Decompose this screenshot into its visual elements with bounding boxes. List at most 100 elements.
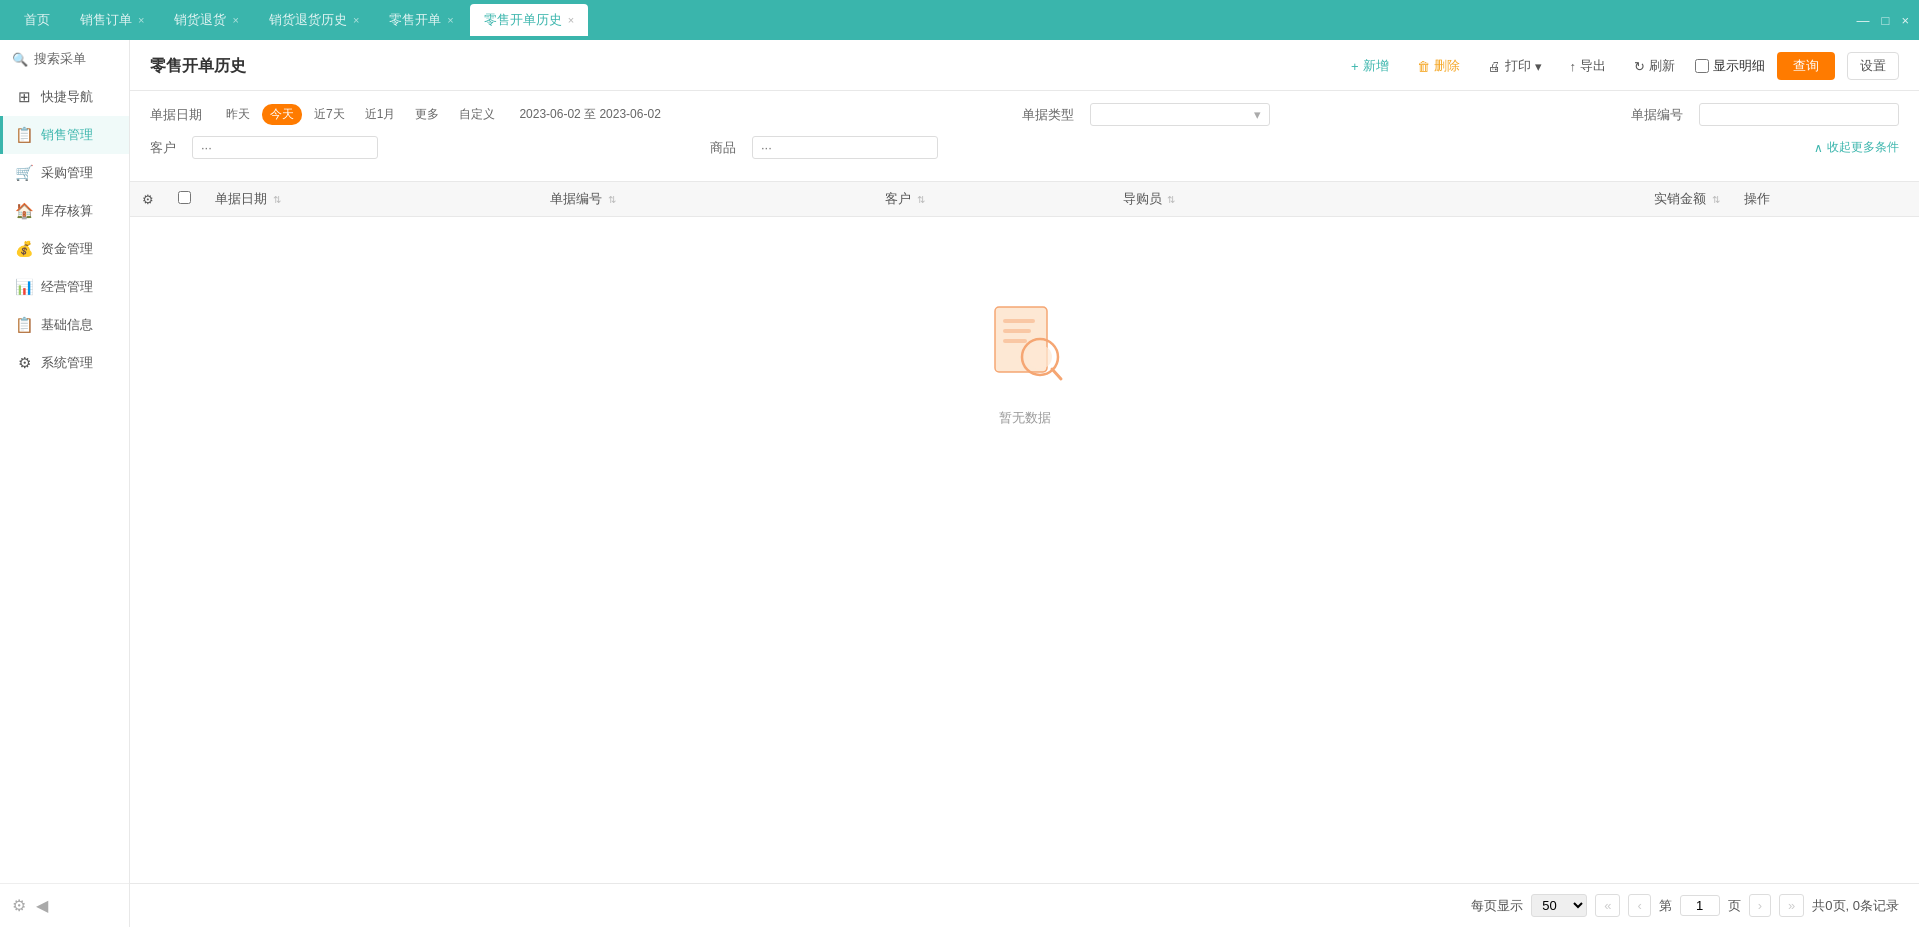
sidebar-search-label: 搜索采单 bbox=[34, 50, 86, 68]
sidebar-collapse-btn[interactable]: ◀ bbox=[36, 896, 48, 915]
sidebar-item-sys-mgmt[interactable]: ⚙ 系统管理 bbox=[0, 344, 129, 382]
tab-sales-return-label: 销货退货 bbox=[174, 11, 226, 29]
date-btn-more[interactable]: 更多 bbox=[407, 104, 447, 125]
sidebar-item-basic-info[interactable]: 📋 基础信息 bbox=[0, 306, 129, 344]
table-area: ⚙ 单据日期 ⇅ 单据编号 ⇅ 客户 bbox=[130, 182, 1919, 883]
sidebar-bottom: ⚙ ◀ bbox=[0, 883, 129, 927]
tab-home[interactable]: 首页 bbox=[10, 4, 64, 36]
sidebar-item-purchase-mgmt[interactable]: 🛒 采购管理 bbox=[0, 154, 129, 192]
print-chevron-icon: ▾ bbox=[1535, 59, 1542, 74]
basic-info-icon: 📋 bbox=[15, 316, 33, 334]
tab-sales-order[interactable]: 销售订单 × bbox=[66, 4, 158, 36]
sidebar-item-inventory[interactable]: 🏠 库存核算 bbox=[0, 192, 129, 230]
next-page-btn[interactable]: › bbox=[1749, 894, 1771, 917]
customer-input[interactable] bbox=[192, 136, 378, 159]
col-guide-label: 导购员 bbox=[1123, 191, 1162, 206]
svg-rect-3 bbox=[1003, 339, 1027, 343]
goods-input[interactable] bbox=[752, 136, 938, 159]
date-btn-yesterday[interactable]: 昨天 bbox=[218, 104, 258, 125]
tab-sales-return-history[interactable]: 销货退货历史 × bbox=[255, 4, 373, 36]
sidebar-item-operation-label: 经营管理 bbox=[41, 278, 93, 296]
delete-button[interactable]: 🗑 删除 bbox=[1409, 53, 1468, 79]
sidebar-item-inventory-label: 库存核算 bbox=[41, 202, 93, 220]
sidebar-item-sales-mgmt[interactable]: 📋 销售管理 bbox=[0, 116, 129, 154]
doc-type-label: 单据类型 bbox=[1022, 106, 1074, 124]
date-btn-last1m[interactable]: 近1月 bbox=[357, 104, 404, 125]
date-btn-today[interactable]: 今天 bbox=[262, 104, 302, 125]
sidebar-item-quick-nav-label: 快捷导航 bbox=[41, 88, 93, 106]
col-check[interactable] bbox=[166, 182, 203, 217]
date-label: 单据日期 bbox=[150, 106, 202, 124]
col-date[interactable]: 单据日期 ⇅ bbox=[203, 182, 538, 217]
export-button[interactable]: ↑ 导出 bbox=[1562, 53, 1615, 79]
doc-type-chevron-icon: ▾ bbox=[1254, 107, 1261, 122]
col-guide-sort-icon: ⇅ bbox=[1167, 194, 1175, 205]
close-btn[interactable]: × bbox=[1901, 13, 1909, 28]
collapse-btn[interactable]: ∧ 收起更多条件 bbox=[1814, 139, 1899, 156]
sidebar-item-operation[interactable]: 📊 经营管理 bbox=[0, 268, 129, 306]
quick-nav-icon: ⊞ bbox=[15, 88, 33, 106]
sidebar-settings-btn[interactable]: ⚙ bbox=[12, 896, 26, 915]
query-label: 查询 bbox=[1793, 57, 1819, 75]
window-controls: — □ × bbox=[1857, 13, 1909, 28]
col-customer[interactable]: 客户 ⇅ bbox=[873, 182, 1111, 217]
page-input[interactable] bbox=[1680, 895, 1720, 916]
col-amount[interactable]: 实销金额 ⇅ bbox=[1397, 182, 1732, 217]
finance-icon: 💰 bbox=[15, 240, 33, 258]
settings-button[interactable]: 设置 bbox=[1847, 52, 1899, 80]
date-btn-custom[interactable]: 自定义 bbox=[451, 104, 503, 125]
svg-point-5 bbox=[1028, 345, 1052, 369]
prev-page-btn[interactable]: ‹ bbox=[1628, 894, 1650, 917]
tab-retail-open-close[interactable]: × bbox=[447, 14, 453, 26]
tab-retail-open-history[interactable]: 零售开单历史 × bbox=[470, 4, 588, 36]
tab-retail-open-history-close[interactable]: × bbox=[568, 14, 574, 26]
tab-retail-open[interactable]: 零售开单 × bbox=[375, 4, 467, 36]
delete-icon: 🗑 bbox=[1417, 59, 1430, 74]
refresh-icon: ↻ bbox=[1634, 59, 1645, 74]
sidebar-item-finance-label: 资金管理 bbox=[41, 240, 93, 258]
sales-mgmt-icon: 📋 bbox=[15, 126, 33, 144]
sys-mgmt-icon: ⚙ bbox=[15, 354, 33, 372]
col-customer-label: 客户 bbox=[885, 191, 911, 206]
svg-rect-1 bbox=[1003, 319, 1035, 323]
last-page-btn[interactable]: » bbox=[1779, 894, 1804, 917]
filter-area: 单据日期 昨天 今天 近7天 近1月 更多 自定义 2023-06-02 至 2… bbox=[130, 91, 1919, 182]
sidebar-item-basic-info-label: 基础信息 bbox=[41, 316, 93, 334]
col-guide[interactable]: 导购员 ⇅ bbox=[1111, 182, 1397, 217]
col-customer-sort-icon: ⇅ bbox=[917, 194, 925, 205]
settings-label: 设置 bbox=[1860, 57, 1886, 75]
pagination: 每页显示 10 20 50 100 « ‹ 第 页 › » 共0页, 0条记录 bbox=[130, 883, 1919, 927]
export-label: 导出 bbox=[1580, 57, 1606, 75]
content-area: 零售开单历史 + 新增 🗑 删除 🖨 打印 ▾ bbox=[130, 40, 1919, 927]
sidebar-search[interactable]: 🔍 搜索采单 bbox=[0, 40, 129, 78]
tab-home-label: 首页 bbox=[24, 11, 50, 29]
refresh-button[interactable]: ↻ 刷新 bbox=[1626, 53, 1683, 79]
date-range: 2023-06-02 至 2023-06-02 bbox=[519, 106, 660, 123]
doc-type-select[interactable]: ▾ bbox=[1090, 103, 1270, 126]
tab-retail-open-history-label: 零售开单历史 bbox=[484, 11, 562, 29]
doc-no-input[interactable] bbox=[1699, 103, 1899, 126]
select-all-checkbox[interactable] bbox=[178, 191, 191, 204]
first-page-btn[interactable]: « bbox=[1595, 894, 1620, 917]
col-amount-label: 实销金额 bbox=[1654, 191, 1706, 206]
col-no[interactable]: 单据编号 ⇅ bbox=[538, 182, 873, 217]
sidebar-item-quick-nav[interactable]: ⊞ 快捷导航 bbox=[0, 78, 129, 116]
query-button[interactable]: 查询 bbox=[1777, 52, 1835, 80]
tab-sales-order-close[interactable]: × bbox=[138, 14, 144, 26]
tab-sales-return[interactable]: 销货退货 × bbox=[160, 4, 252, 36]
display-detail-checkbox[interactable] bbox=[1695, 59, 1709, 73]
sidebar-item-finance[interactable]: 💰 资金管理 bbox=[0, 230, 129, 268]
add-button[interactable]: + 新增 bbox=[1343, 53, 1397, 79]
col-amount-sort-icon: ⇅ bbox=[1712, 194, 1720, 205]
empty-illustration bbox=[975, 297, 1075, 397]
page-size-select[interactable]: 10 20 50 100 bbox=[1531, 894, 1587, 917]
col-settings[interactable]: ⚙ bbox=[130, 182, 166, 217]
date-btn-last7[interactable]: 近7天 bbox=[306, 104, 353, 125]
svg-rect-2 bbox=[1003, 329, 1031, 333]
restore-btn[interactable]: □ bbox=[1882, 13, 1890, 28]
print-button[interactable]: 🖨 打印 ▾ bbox=[1480, 53, 1550, 79]
display-detail-toggle[interactable]: 显示明细 bbox=[1695, 57, 1765, 75]
tab-sales-return-history-close[interactable]: × bbox=[353, 14, 359, 26]
minimize-btn[interactable]: — bbox=[1857, 13, 1870, 28]
tab-sales-return-close[interactable]: × bbox=[232, 14, 238, 26]
